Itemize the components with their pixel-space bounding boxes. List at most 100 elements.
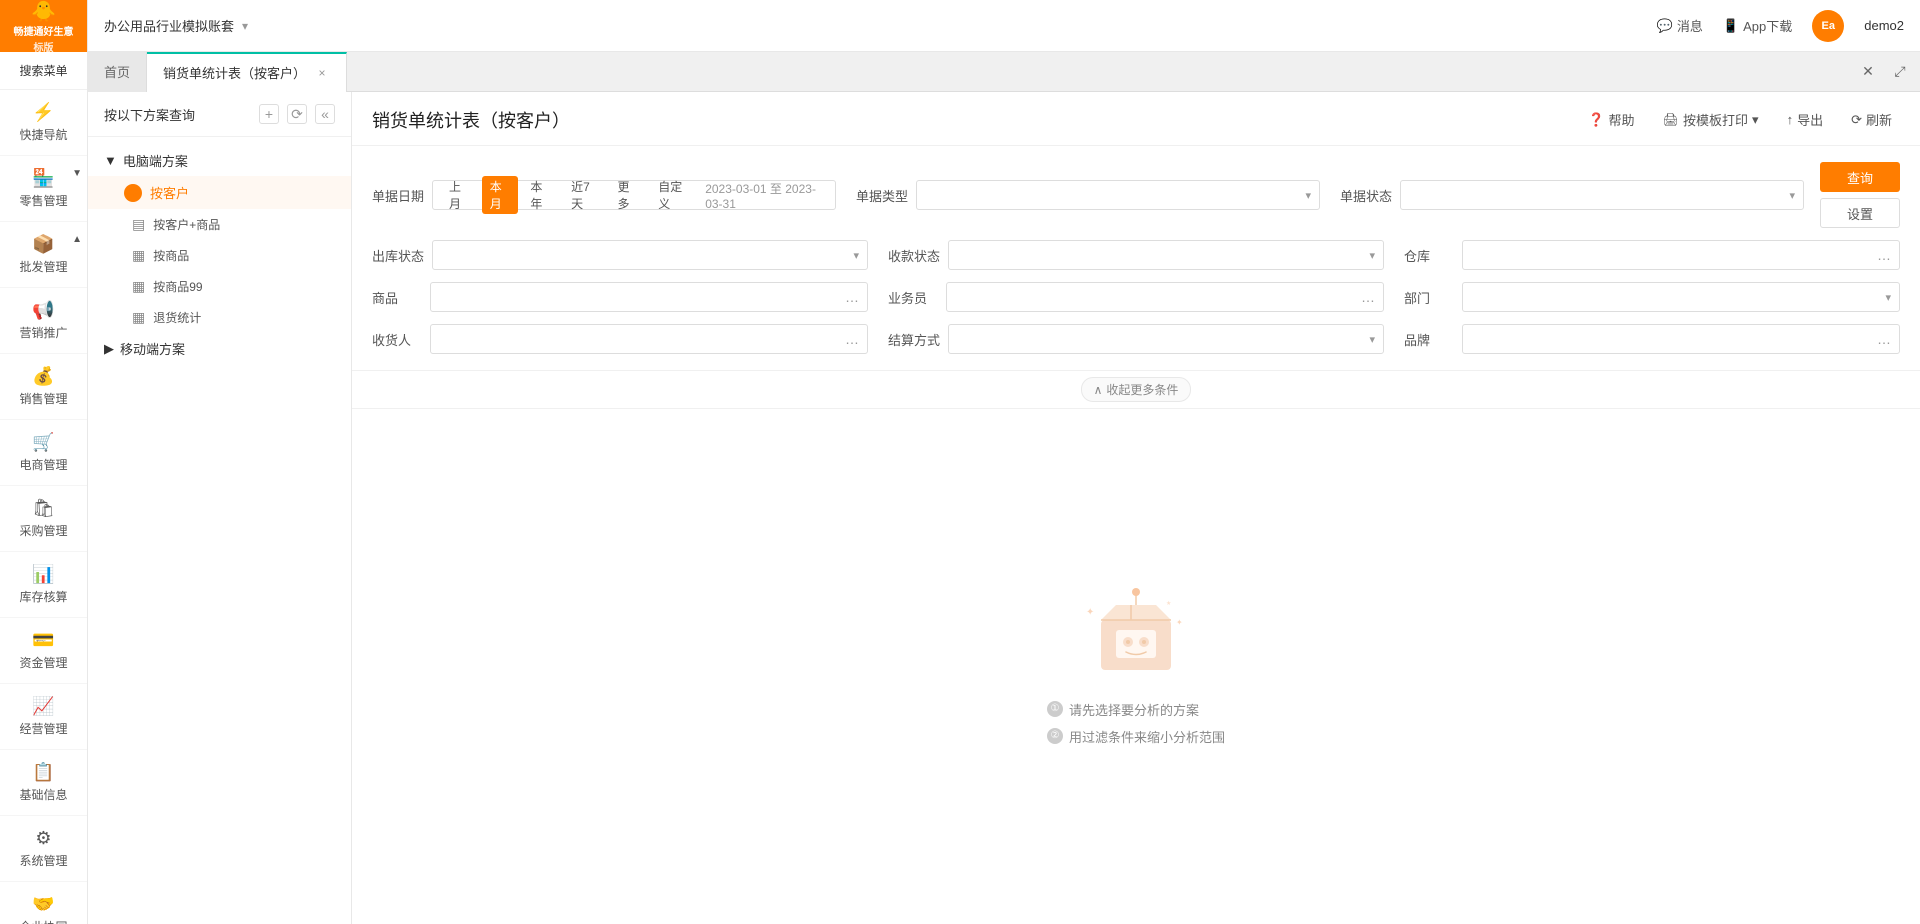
sidebar-item-retail[interactable]: 🏪 零售管理 ▼ <box>0 156 87 222</box>
sidebar-search-label[interactable]: 搜索菜单 <box>19 62 67 79</box>
header-right: 💬 消息 📱 App下载 Ea demo2 <box>1657 10 1904 42</box>
out-status-label: 出库状态 <box>372 246 424 265</box>
sidebar-item-finance[interactable]: 💳 资金管理 <box>0 618 87 684</box>
goods-label: 商品 <box>372 288 422 307</box>
date-btn-more[interactable]: 更多 <box>610 176 647 214</box>
empty-tip-2: ② 用过滤条件来缩小分析范围 <box>1047 727 1225 746</box>
help-btn[interactable]: ❓ 帮助 <box>1580 106 1642 133</box>
scheme-item-refund[interactable]: ▦ 退货统计 <box>88 302 351 333</box>
sidebar-item-purchase[interactable]: 🛍 采购管理 <box>0 486 87 552</box>
tab-active[interactable]: 销货单统计表（按客户） × <box>147 52 347 92</box>
header-left: 办公用品行业模拟账套 ▾ <box>104 16 248 35</box>
query-btn[interactable]: 查询 <box>1820 162 1900 192</box>
sidebar-search-section[interactable]: 搜索菜单 <box>0 52 87 90</box>
date-btn-last-month[interactable]: 上月 <box>441 176 478 214</box>
scheme-item-refund-label: 退货统计 <box>153 309 201 326</box>
refresh-btn[interactable]: ⟳ 刷新 <box>1843 106 1900 133</box>
brand-control[interactable]: … <box>1462 324 1900 354</box>
sidebar-item-inventory[interactable]: 📊 库存核算 <box>0 552 87 618</box>
sidebar-item-ecommerce[interactable]: 🛒 电商管理 <box>0 420 87 486</box>
empty-state: ✦ ✦ ★ ① 请先选择要分析的方案 ② 用过滤条件来缩小分析范围 <box>352 409 1920 924</box>
collapse-btn[interactable]: ∧ 收起更多条件 <box>1081 377 1192 402</box>
sidebar-item-quicknav[interactable]: ⚡ 快捷导航 <box>0 90 87 156</box>
goods-control[interactable]: … <box>430 282 868 312</box>
sidebar-item-wholesale[interactable]: 📦 批发管理 ▲ <box>0 222 87 288</box>
template-print-btn[interactable]: 🖨 按模板打印 ▾ <box>1655 106 1767 133</box>
tab-actions: ✕ ⤢ <box>1856 60 1920 84</box>
sidebar-item-sales[interactable]: 💰 销售管理 <box>0 354 87 420</box>
user-avatar[interactable]: Ea <box>1812 10 1844 42</box>
receiver-ellipsis: … <box>845 331 859 347</box>
collapse-panel-btn[interactable]: « <box>315 104 335 124</box>
sidebar-item-wholesale-label: 批发管理 <box>19 258 67 275</box>
page-actions: ❓ 帮助 🖨 按模板打印 ▾ ↑ 导出 ⟳ 刷新 <box>1580 106 1900 133</box>
sidebar-item-inventory-label: 库存核算 <box>19 588 67 605</box>
sidebar-item-basic[interactable]: 📋 基础信息 <box>0 750 87 816</box>
right-content: 销货单统计表（按客户） ❓ 帮助 🖨 按模板打印 ▾ ↑ 导出 <box>352 92 1920 924</box>
refresh-label: 刷新 <box>1866 110 1892 129</box>
filter-row-2: 出库状态 ▾ 收款状态 ▾ 仓库 … <box>372 240 1900 270</box>
dept-control[interactable]: ▾ <box>1462 282 1900 312</box>
svg-text:✦: ✦ <box>1086 607 1094 618</box>
app-download-btn[interactable]: 📱 App下载 <box>1723 16 1792 35</box>
tab-close-window-btn[interactable]: ✕ <box>1856 60 1880 84</box>
brand-label: 品牌 <box>1404 330 1454 349</box>
export-label: 导出 <box>1797 110 1823 129</box>
receipt-status-control[interactable]: ▾ <box>948 240 1384 270</box>
sidebar-item-marketing[interactable]: 📢 营销推广 <box>0 288 87 354</box>
date-btn-this-year[interactable]: 本年 <box>522 176 559 214</box>
out-status-control[interactable]: ▾ <box>432 240 868 270</box>
doc-type-arrow: ▾ <box>1305 189 1311 202</box>
date-label: 单据日期 <box>372 186 424 205</box>
scheme-item-by-customer[interactable]: 按 按客户 <box>88 176 351 209</box>
template-print-arrow: ▾ <box>1752 112 1759 128</box>
sidebar-item-ecommerce-label: 电商管理 <box>19 456 67 473</box>
sidebar-item-enterprise[interactable]: 🤝 企业协同 <box>0 882 87 924</box>
receipt-status-arrow: ▾ <box>1369 249 1375 262</box>
desktop-scheme-group[interactable]: ▼ 电脑端方案 <box>88 145 351 176</box>
mobile-scheme-group[interactable]: ▶ 移动端方案 <box>88 333 351 364</box>
tab-home[interactable]: 首页 <box>88 52 147 92</box>
tab-close-btn[interactable]: × <box>314 65 330 81</box>
out-status-arrow: ▾ <box>853 249 859 262</box>
refresh-icon: ⟳ <box>1851 112 1862 128</box>
wholesale-expand-icon: ▲ <box>72 234 82 245</box>
dept-label: 部门 <box>1404 288 1454 307</box>
settle-arrow: ▾ <box>1369 333 1375 346</box>
system-icon: ⚙ <box>35 828 51 849</box>
scheme-item-by-customer-goods[interactable]: ▤ 按客户+商品 <box>88 209 351 240</box>
date-btn-custom[interactable]: 自定义 <box>650 176 697 214</box>
tab-maximize-btn[interactable]: ⤢ <box>1888 60 1912 84</box>
sidebar-item-operations[interactable]: 📈 经营管理 <box>0 684 87 750</box>
tip-num-2: ② <box>1047 728 1063 744</box>
tab-active-label: 销货单统计表（按客户） <box>163 63 306 82</box>
header-dropdown-icon[interactable]: ▾ <box>242 19 248 33</box>
export-btn[interactable]: ↑ 导出 <box>1779 106 1832 133</box>
template-print-label: 按模板打印 <box>1683 110 1748 129</box>
date-btn-this-month[interactable]: 本月 <box>482 176 519 214</box>
filter-field-goods: 商品 … <box>372 282 868 312</box>
warehouse-control[interactable]: … <box>1462 240 1900 270</box>
receipt-status-label: 收款状态 <box>888 246 940 265</box>
doc-type-control[interactable]: ▾ <box>916 180 1320 210</box>
add-scheme-btn[interactable]: + <box>259 104 279 124</box>
doc-type-label: 单据类型 <box>856 186 908 205</box>
filter-field-doc-status: 单据状态 ▾ <box>1340 180 1804 210</box>
salesman-control[interactable]: … <box>946 282 1384 312</box>
sidebar-item-system[interactable]: ⚙ 系统管理 <box>0 816 87 882</box>
scheme-item-by-goods[interactable]: ▦ 按商品 <box>88 240 351 271</box>
messages-btn[interactable]: 💬 消息 <box>1657 16 1703 35</box>
goods-ellipsis: … <box>845 289 859 305</box>
setting-btn[interactable]: 设置 <box>1820 198 1900 228</box>
scheme-item-by-goods99[interactable]: ▦ 按商品99 <box>88 271 351 302</box>
date-filter-control[interactable]: 上月 本月 本年 近7天 更多 自定义 2023-03-01 至 2023-03… <box>432 180 836 210</box>
filter-field-salesman: 业务员 … <box>888 282 1384 312</box>
refresh-scheme-btn[interactable]: ⟳ <box>287 104 307 124</box>
doc-status-control[interactable]: ▾ <box>1400 180 1804 210</box>
receiver-control[interactable]: … <box>430 324 868 354</box>
date-btn-7days[interactable]: 近7天 <box>563 176 605 214</box>
user-name[interactable]: demo2 <box>1864 18 1904 33</box>
settle-control[interactable]: ▾ <box>948 324 1384 354</box>
date-range-text: 2023-03-01 至 2023-03-31 <box>705 180 827 211</box>
sidebar-item-retail-label: 零售管理 <box>19 192 67 209</box>
